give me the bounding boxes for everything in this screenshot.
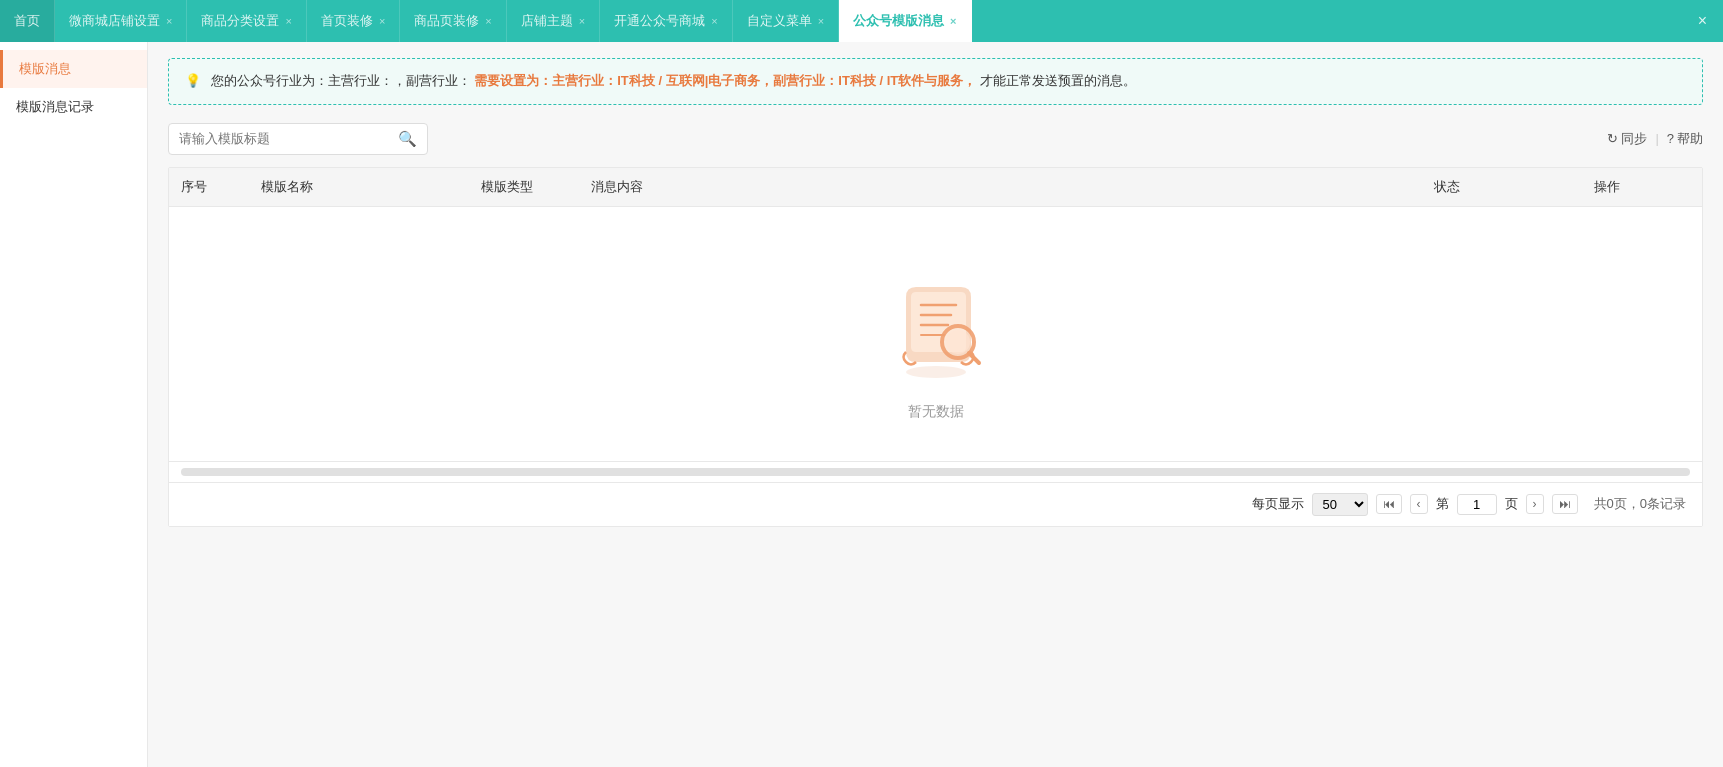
notice-highlight: 需要设置为：主营行业：IT科技 / 互联网|电子商务，副营行业：IT科技 / I… — [474, 73, 976, 88]
sync-icon: ↻ — [1607, 131, 1618, 146]
search-bar: 🔍 ↻ 同步 | ? 帮助 — [168, 123, 1703, 155]
notice-box: 💡 您的公众号行业为：主营行业：，副营行业： 需要设置为：主营行业：IT科技 /… — [168, 58, 1703, 105]
close-tab-product-deco[interactable]: × — [485, 15, 491, 27]
pagination: 每页显示 50 20 100 ⏮ ‹ 第 页 › ⏭ 共0页，0条记录 — [169, 482, 1702, 526]
page-size-select[interactable]: 50 20 100 — [1312, 493, 1368, 516]
main-layout: 模版消息模版消息记录 💡 您的公众号行业为：主营行业：，副营行业： 需要设置为：… — [0, 42, 1723, 767]
last-page-button[interactable]: ⏭ — [1552, 494, 1578, 514]
search-button[interactable]: 🔍 — [388, 124, 427, 154]
search-input-wrap: 🔍 — [168, 123, 428, 155]
nav-tab-homepage-deco[interactable]: 首页装修× — [307, 0, 400, 42]
nav-tab-store-theme[interactable]: 店铺主题× — [507, 0, 600, 42]
notice-text1: 您的公众号行业为：主营行业：，副营行业： — [211, 73, 471, 88]
close-all-tabs-button[interactable]: × — [1682, 12, 1723, 30]
sync-label: 同步 — [1621, 130, 1647, 148]
page-size-label: 每页显示 — [1252, 495, 1304, 513]
content-area: 💡 您的公众号行业为：主营行业：，副营行业： 需要设置为：主营行业：IT科技 /… — [148, 42, 1723, 767]
horizontal-scrollbar[interactable] — [181, 468, 1690, 476]
col-status: 状态 — [1422, 178, 1582, 196]
close-tab-category-settings[interactable]: × — [285, 15, 291, 27]
close-tab-template-msg[interactable]: × — [950, 15, 956, 27]
page-prefix: 第 — [1436, 495, 1449, 513]
sidebar: 模版消息模版消息记录 — [0, 42, 148, 767]
sidebar-item-template-msg[interactable]: 模版消息 — [0, 50, 147, 88]
data-table: 序号 模版名称 模版类型 消息内容 状态 操作 — [168, 167, 1703, 527]
total-info: 共0页，0条记录 — [1594, 495, 1686, 513]
help-label: 帮助 — [1677, 130, 1703, 148]
close-tab-open-mall[interactable]: × — [711, 15, 717, 27]
col-type: 模版类型 — [469, 178, 579, 196]
next-page-button[interactable]: › — [1526, 494, 1544, 514]
nav-tab-product-deco[interactable]: 商品页装修× — [400, 0, 506, 42]
notice-text2: 才能正常发送预置的消息。 — [980, 73, 1136, 88]
col-content: 消息内容 — [579, 178, 1422, 196]
empty-text: 暂无数据 — [908, 403, 964, 421]
col-name: 模版名称 — [249, 178, 469, 196]
notice-icon: 💡 — [185, 73, 201, 88]
close-tab-store-theme[interactable]: × — [579, 15, 585, 27]
svg-point-6 — [946, 330, 970, 354]
close-tab-custom-menu[interactable]: × — [818, 15, 824, 27]
sidebar-item-template-msg-record[interactable]: 模版消息记录 — [0, 88, 147, 126]
current-page-input[interactable] — [1457, 494, 1497, 515]
close-tab-store-settings[interactable]: × — [166, 15, 172, 27]
nav-tab-custom-menu[interactable]: 自定义菜单× — [733, 0, 839, 42]
first-page-button[interactable]: ⏮ — [1376, 494, 1402, 514]
help-icon: ? — [1667, 131, 1674, 146]
nav-tab-home[interactable]: 首页 — [0, 0, 55, 42]
svg-point-0 — [906, 366, 966, 378]
nav-tab-category-settings[interactable]: 商品分类设置× — [187, 0, 306, 42]
toolbar-right: ↻ 同步 | ? 帮助 — [1607, 130, 1703, 148]
close-tab-homepage-deco[interactable]: × — [379, 15, 385, 27]
scrollbar-area — [169, 461, 1702, 482]
prev-page-button[interactable]: ‹ — [1410, 494, 1428, 514]
empty-state: 暂无数据 — [169, 207, 1702, 461]
divider: | — [1655, 131, 1658, 146]
search-input[interactable] — [169, 125, 388, 152]
nav-tab-open-mall[interactable]: 开通公众号商城× — [600, 0, 732, 42]
col-seq: 序号 — [169, 178, 249, 196]
page-suffix: 页 — [1505, 495, 1518, 513]
top-navigation: 首页微商城店铺设置×商品分类设置×首页装修×商品页装修×店铺主题×开通公众号商城… — [0, 0, 1723, 42]
table-header: 序号 模版名称 模版类型 消息内容 状态 操作 — [169, 168, 1702, 207]
col-action: 操作 — [1582, 178, 1702, 196]
help-button[interactable]: ? 帮助 — [1667, 130, 1703, 148]
nav-tab-template-msg[interactable]: 公众号模版消息× — [839, 0, 971, 42]
empty-icon — [876, 267, 996, 387]
sync-button[interactable]: ↻ 同步 — [1607, 130, 1647, 148]
nav-tab-store-settings[interactable]: 微商城店铺设置× — [55, 0, 187, 42]
